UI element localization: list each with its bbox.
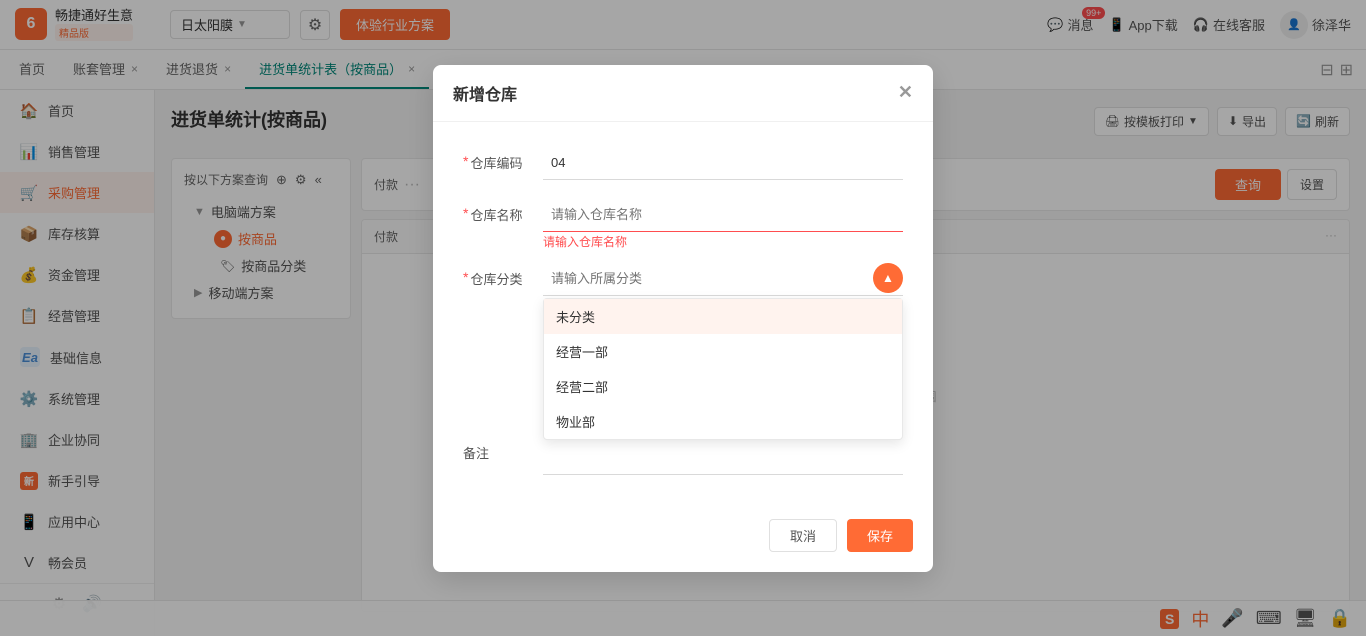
category-dropdown-toggle[interactable]: ▲ bbox=[873, 263, 903, 293]
dropdown-option-dept2[interactable]: 经营二部 bbox=[544, 369, 902, 404]
category-form-row: * 仓库分类 ▲ 未分类 经营一部 经营二部 物业部 bbox=[463, 262, 903, 296]
dropdown-option-none[interactable]: 未分类 bbox=[544, 299, 902, 334]
name-label: * 仓库名称 bbox=[463, 198, 543, 224]
category-required: * bbox=[463, 269, 468, 285]
dropdown-option-dept1[interactable]: 经营一部 bbox=[544, 334, 902, 369]
notes-input[interactable] bbox=[543, 436, 903, 475]
category-dropdown: ▲ 未分类 经营一部 经营二部 物业部 bbox=[543, 262, 903, 296]
code-input[interactable] bbox=[543, 146, 903, 180]
chevron-up-icon: ▲ bbox=[882, 271, 894, 285]
dropdown-option-dept3[interactable]: 物业部 bbox=[544, 404, 902, 439]
cancel-button[interactable]: 取消 bbox=[769, 519, 837, 552]
new-warehouse-modal: 新增仓库 ✕ * 仓库编码 * 仓库名称 请输入仓库名称 bbox=[433, 65, 933, 572]
code-label: * 仓库编码 bbox=[463, 146, 543, 172]
name-required: * bbox=[463, 205, 468, 221]
code-required: * bbox=[463, 153, 468, 169]
category-input[interactable] bbox=[543, 262, 873, 295]
modal-overlay: 新增仓库 ✕ * 仓库编码 * 仓库名称 请输入仓库名称 bbox=[0, 0, 1366, 636]
modal-title: 新增仓库 bbox=[453, 81, 517, 105]
name-error-message: 请输入仓库名称 bbox=[543, 233, 627, 250]
dropdown-input-row: ▲ bbox=[543, 262, 903, 296]
modal-body: * 仓库编码 * 仓库名称 请输入仓库名称 * bbox=[433, 122, 933, 509]
category-label: * 仓库分类 bbox=[463, 262, 543, 288]
category-dropdown-list: 未分类 经营一部 经营二部 物业部 bbox=[543, 298, 903, 440]
modal-footer: 取消 保存 bbox=[433, 509, 933, 572]
name-form-row: * 仓库名称 请输入仓库名称 bbox=[463, 198, 903, 232]
modal-close-button[interactable]: ✕ bbox=[898, 82, 913, 103]
code-form-row: * 仓库编码 bbox=[463, 146, 903, 180]
save-button[interactable]: 保存 bbox=[847, 519, 913, 552]
notes-form-row: 备注 bbox=[463, 436, 903, 475]
name-input[interactable] bbox=[543, 198, 903, 232]
modal-header: 新增仓库 ✕ bbox=[433, 65, 933, 122]
notes-label: 备注 bbox=[463, 436, 543, 462]
